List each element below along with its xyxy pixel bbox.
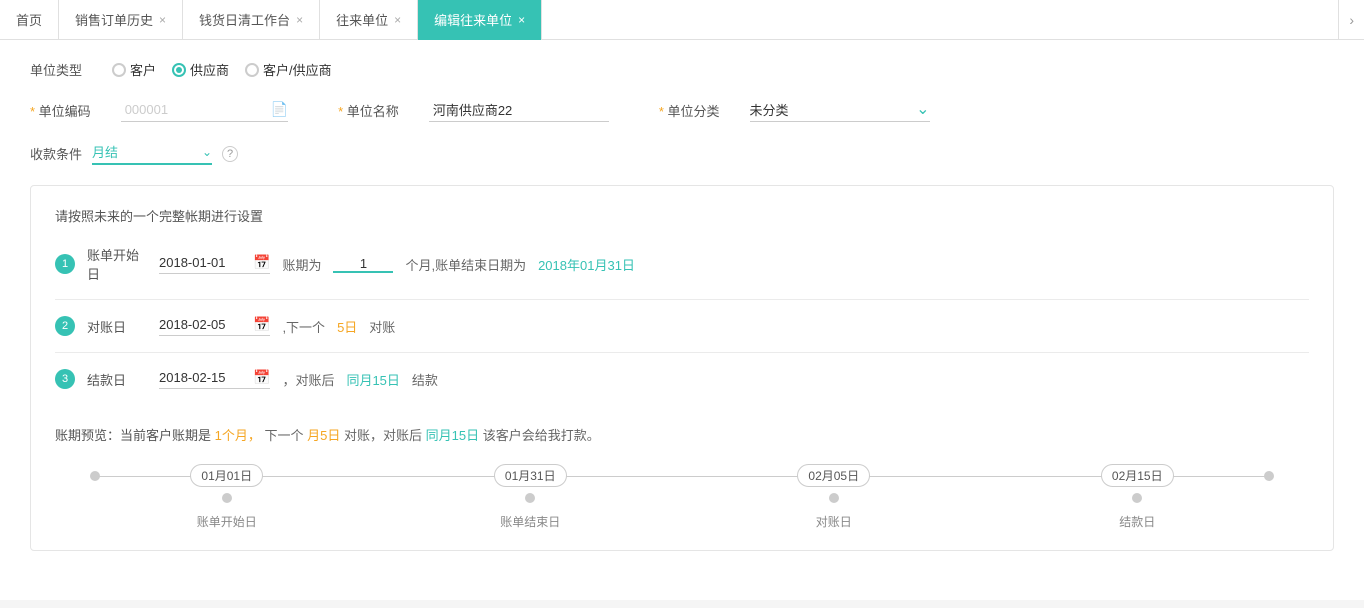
preview-text: 账期预览：当前客户账期是 1个月， 下一个 月5日 对账，对账后 同月15日 该… bbox=[55, 425, 1309, 444]
payment-highlight: 同月15日 bbox=[346, 370, 399, 389]
preview-reconcile: 月5日 bbox=[307, 428, 340, 443]
unit-code-icon[interactable]: 📄 bbox=[271, 101, 288, 118]
unit-code-label: 单位编码 bbox=[30, 101, 91, 120]
payment-prefix: ，对账后 bbox=[282, 370, 334, 389]
date-field-1[interactable] bbox=[159, 255, 249, 270]
timeline-row-3: 3 结款日 📅 ，对账后 同月15日 结款 bbox=[55, 369, 1309, 389]
tab-close-sales-history[interactable]: × bbox=[159, 13, 166, 27]
date-field-3[interactable] bbox=[159, 370, 249, 385]
radio-customer-supplier[interactable]: 客户/供应商 bbox=[245, 60, 332, 79]
tl-point-4: 02月15日 结款日 bbox=[1101, 464, 1174, 530]
tl-point-2: 01月31日 账单结束日 bbox=[494, 464, 567, 530]
reconcile-prefix: ,下一个 bbox=[282, 317, 325, 336]
period-prefix: 账期为 bbox=[282, 255, 321, 274]
radio-customer[interactable]: 客户 bbox=[112, 60, 156, 79]
settings-panel: 请按照未来的一个完整帐期进行设置 1 账单开始日 📅 账期为 个月,账单结束日期… bbox=[30, 185, 1334, 551]
tab-close-edit-partner[interactable]: × bbox=[518, 13, 525, 27]
date-input-3: 📅 bbox=[159, 369, 270, 389]
tab-partner-units[interactable]: 往来单位 × bbox=[320, 0, 418, 40]
period-suffix: 个月,账单结束日期为 bbox=[405, 255, 526, 274]
tab-close-partner-units[interactable]: × bbox=[394, 13, 401, 27]
step-num-1: 1 bbox=[55, 254, 75, 274]
preview-payment: 同月15日 bbox=[426, 428, 479, 443]
tab-home[interactable]: 首页 bbox=[0, 0, 59, 40]
radio-supplier[interactable]: 供应商 bbox=[172, 60, 229, 79]
preview-reconcile-suffix: 对账，对账后 bbox=[344, 428, 422, 443]
help-icon[interactable]: ? bbox=[222, 146, 238, 162]
unit-type-label: 单位类型 bbox=[30, 60, 82, 79]
payment-condition-label: 收款条件 bbox=[30, 144, 82, 163]
tl-label-4: 结款日 bbox=[1119, 513, 1155, 530]
step-label-1: 账单开始日 bbox=[87, 245, 147, 283]
date-input-1: 📅 bbox=[159, 254, 270, 274]
spacer bbox=[55, 405, 1309, 415]
tl-circle-1 bbox=[222, 493, 232, 503]
tl-point-1: 01月01日 账单开始日 bbox=[190, 464, 263, 530]
reconcile-highlight: 5日 bbox=[337, 317, 357, 336]
tab-sales-history[interactable]: 销售订单历史 × bbox=[59, 0, 183, 40]
tl-bubble-4: 02月15日 bbox=[1101, 464, 1174, 487]
tl-label-3: 对账日 bbox=[816, 513, 852, 530]
unit-category-select[interactable]: 未分类 ⌄ bbox=[750, 99, 930, 122]
tab-bar: 首页 销售订单历史 × 钱货日清工作台 × 往来单位 × 编辑往来单位 × › bbox=[0, 0, 1364, 40]
tl-label-1: 账单开始日 bbox=[197, 513, 257, 530]
preview-suffix: 该客户会给我打款。 bbox=[483, 428, 600, 443]
main-content: 单位类型 客户 供应商 客户/供应商 单位编码 📄 单位名称 单 bbox=[0, 40, 1364, 600]
tab-cash-ledger[interactable]: 钱货日清工作台 × bbox=[183, 0, 320, 40]
unit-name-input-wrap bbox=[429, 100, 609, 122]
tl-point-3: 02月05日 对账日 bbox=[797, 464, 870, 530]
payment-condition-value: 月结 bbox=[92, 142, 202, 161]
date-input-2: 📅 bbox=[159, 316, 270, 336]
divider-1 bbox=[55, 299, 1309, 300]
radio-group-unit-type: 客户 供应商 客户/供应商 bbox=[112, 60, 332, 79]
date-field-2[interactable] bbox=[159, 317, 249, 332]
tab-close-cash-ledger[interactable]: × bbox=[296, 13, 303, 27]
unit-category-value: 未分类 bbox=[750, 100, 917, 119]
payment-suffix: 结款 bbox=[412, 370, 438, 389]
unit-name-input[interactable] bbox=[429, 100, 609, 119]
timeline-row-1: 1 账单开始日 📅 账期为 个月,账单结束日期为 2018年01月31日 bbox=[55, 245, 1309, 283]
unit-name-label: 单位名称 bbox=[338, 101, 399, 120]
unit-type-row: 单位类型 客户 供应商 客户/供应商 bbox=[30, 60, 1334, 79]
unit-info-row: 单位编码 📄 单位名称 单位分类 未分类 ⌄ bbox=[30, 99, 1334, 122]
tl-circle-3 bbox=[829, 493, 839, 503]
tl-circle-2 bbox=[525, 493, 535, 503]
step-num-3: 3 bbox=[55, 369, 75, 389]
tab-scroll-arrow[interactable]: › bbox=[1338, 0, 1364, 40]
divider-2 bbox=[55, 352, 1309, 353]
calendar-icon-2[interactable]: 📅 bbox=[253, 316, 270, 333]
payment-condition-row: 收款条件 月结 ⌄ ? bbox=[30, 142, 1334, 165]
calendar-icon-3[interactable]: 📅 bbox=[253, 369, 270, 386]
step-num-2: 2 bbox=[55, 316, 75, 336]
timeline-points: 01月01日 账单开始日 01月31日 账单结束日 02月05日 对账日 02月… bbox=[75, 464, 1289, 530]
calendar-icon-1[interactable]: 📅 bbox=[253, 254, 270, 271]
tl-label-2: 账单结束日 bbox=[500, 513, 560, 530]
step-label-2: 对账日 bbox=[87, 317, 147, 336]
unit-category-arrow-icon: ⌄ bbox=[916, 99, 929, 119]
visual-timeline-container: 01月01日 账单开始日 01月31日 账单结束日 02月05日 对账日 02月… bbox=[55, 464, 1309, 530]
panel-title: 请按照未来的一个完整帐期进行设置 bbox=[55, 206, 1309, 225]
payment-condition-select[interactable]: 月结 ⌄ bbox=[92, 142, 212, 165]
tab-edit-partner[interactable]: 编辑往来单位 × bbox=[418, 0, 542, 40]
unit-code-input-wrap: 📄 bbox=[121, 100, 288, 122]
tl-bubble-2: 01月31日 bbox=[494, 464, 567, 487]
unit-code-input[interactable] bbox=[121, 100, 271, 119]
tl-circle-4 bbox=[1132, 493, 1142, 503]
reconcile-suffix: 对账 bbox=[369, 317, 395, 336]
tl-bubble-3: 02月05日 bbox=[797, 464, 870, 487]
preview-prefix: 账期预览：当前客户账期是 bbox=[55, 428, 211, 443]
radio-circle-customer bbox=[112, 63, 126, 77]
radio-circle-customer-supplier bbox=[245, 63, 259, 77]
preview-period: 1个月， bbox=[215, 428, 261, 443]
payment-condition-arrow-icon: ⌄ bbox=[202, 145, 212, 159]
tl-bubble-1: 01月01日 bbox=[190, 464, 263, 487]
preview-reconcile-pre: 下一个 bbox=[265, 428, 304, 443]
unit-category-label: 单位分类 bbox=[659, 101, 720, 120]
radio-circle-supplier bbox=[172, 63, 186, 77]
timeline-row-2: 2 对账日 📅 ,下一个 5日 对账 bbox=[55, 316, 1309, 336]
end-date-highlight: 2018年01月31日 bbox=[538, 255, 635, 274]
step-label-3: 结款日 bbox=[87, 370, 147, 389]
period-input[interactable] bbox=[333, 256, 393, 273]
